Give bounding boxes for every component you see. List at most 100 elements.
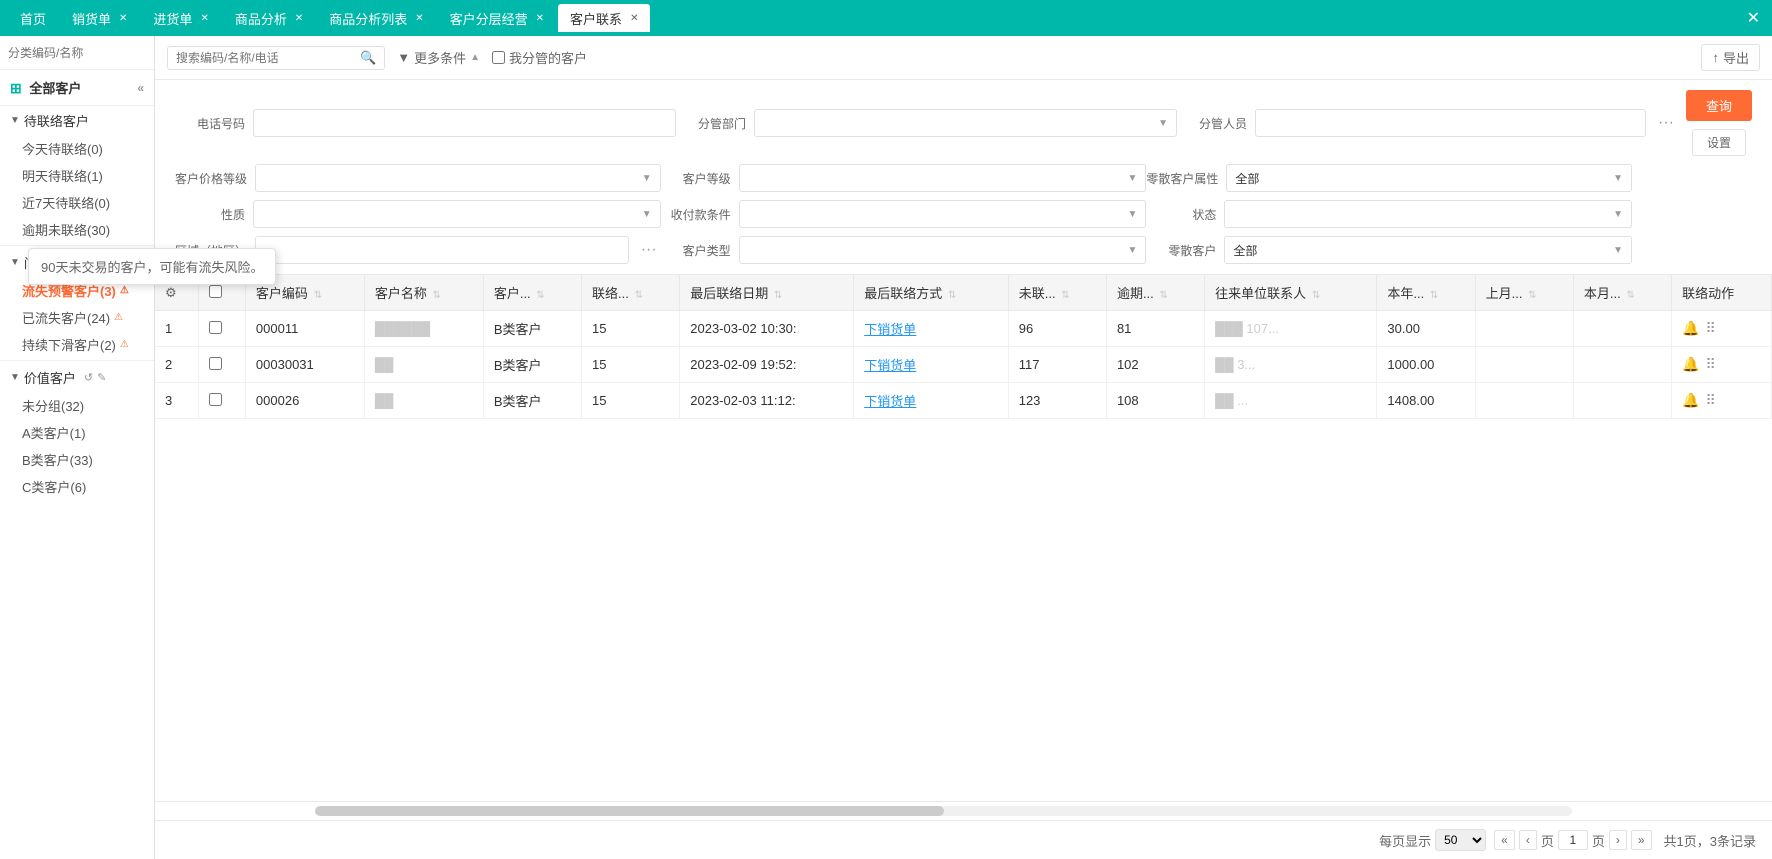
close-customer-layered-icon[interactable]: ✕ bbox=[536, 13, 544, 24]
filter-search-icon[interactable]: 🔍 bbox=[360, 50, 376, 66]
c-class-label: C类客户(6) bbox=[22, 477, 86, 496]
row-last-method[interactable]: 下销货单 bbox=[854, 347, 1009, 383]
sort-name-icon[interactable]: ⇅ bbox=[433, 290, 441, 301]
region-select[interactable] bbox=[255, 236, 629, 264]
sort-this-month-icon[interactable]: ⇅ bbox=[1626, 290, 1634, 301]
sort-type-icon[interactable]: ⇅ bbox=[536, 290, 544, 301]
sidebar-item-c-class[interactable]: C类客户(6) bbox=[0, 473, 154, 500]
next-page-button[interactable]: › bbox=[1609, 830, 1627, 850]
close-analysis-icon[interactable]: ✕ bbox=[295, 13, 303, 24]
page-size-label: 每页显示 bbox=[1379, 831, 1431, 850]
close-all-button[interactable]: ✕ bbox=[1743, 4, 1764, 32]
manager-select[interactable] bbox=[1255, 109, 1646, 137]
first-page-button[interactable]: « bbox=[1494, 830, 1515, 850]
sort-this-year-icon[interactable]: ⇅ bbox=[1430, 290, 1438, 301]
row-last-method-link[interactable]: 下销货单 bbox=[864, 358, 916, 373]
row-checkbox[interactable] bbox=[199, 383, 245, 419]
nav-item-sales[interactable]: 销货单 ✕ bbox=[60, 4, 139, 32]
price-level-select[interactable]: ▼ bbox=[255, 164, 661, 192]
row-checkbox[interactable] bbox=[199, 347, 245, 383]
query-button[interactable]: 查询 bbox=[1686, 90, 1752, 121]
row-last-method[interactable]: 下销货单 bbox=[854, 311, 1009, 347]
nav-item-customer-contact[interactable]: 客户联系 ✕ bbox=[558, 4, 650, 32]
sidebar-item-ungroup[interactable]: 未分组(32) bbox=[0, 392, 154, 419]
refresh-icon[interactable]: ↺ bbox=[84, 371, 93, 384]
sort-overdue-icon[interactable]: ⇅ bbox=[1159, 290, 1167, 301]
last-page-button[interactable]: » bbox=[1631, 830, 1652, 850]
row-last-method-link[interactable]: 下销货单 bbox=[864, 322, 916, 337]
nav-item-home[interactable]: 首页 bbox=[8, 4, 58, 32]
sort-last-method-icon[interactable]: ⇅ bbox=[948, 290, 956, 301]
row-action-contact-icon[interactable]: 🔔 bbox=[1682, 392, 1699, 409]
export-button[interactable]: ↑ 导出 bbox=[1701, 44, 1760, 71]
sidebar-search-input[interactable] bbox=[8, 46, 155, 60]
sidebar-all-customers[interactable]: ⊞ 全部客户 « bbox=[0, 70, 154, 106]
row-action-contact-icon[interactable]: 🔔 bbox=[1682, 356, 1699, 373]
scrollbar-thumb[interactable] bbox=[315, 806, 944, 816]
manager-more-icon[interactable]: ··· bbox=[1654, 114, 1678, 132]
sidebar-item-tomorrow[interactable]: 明天待联络(1) bbox=[0, 162, 154, 189]
horizontal-scrollbar[interactable] bbox=[315, 806, 1572, 816]
close-customer-contact-icon[interactable]: ✕ bbox=[630, 13, 638, 24]
phone-input[interactable] bbox=[253, 109, 676, 137]
sort-contact-icon[interactable]: ⇅ bbox=[635, 290, 643, 301]
nature-select[interactable]: ▼ bbox=[253, 200, 661, 228]
close-purchase-icon[interactable]: ✕ bbox=[200, 13, 208, 24]
row-select-checkbox[interactable] bbox=[209, 357, 222, 370]
settings-button[interactable]: 设置 bbox=[1692, 129, 1746, 156]
row-overdue: 81 bbox=[1106, 311, 1204, 347]
close-analysis-list-icon[interactable]: ✕ bbox=[415, 13, 423, 24]
nav-item-purchase[interactable]: 进货单 ✕ bbox=[141, 4, 220, 32]
more-conditions-btn[interactable]: ▼ 更多条件 ▲ bbox=[397, 48, 480, 67]
status-select[interactable]: ▼ bbox=[1224, 200, 1632, 228]
current-page-input[interactable] bbox=[1558, 830, 1588, 850]
sidebar-item-today[interactable]: 今天待联络(0) bbox=[0, 135, 154, 162]
row-last-method[interactable]: 下销货单 bbox=[854, 383, 1009, 419]
sort-code-icon[interactable]: ⇅ bbox=[314, 290, 322, 301]
nav-item-analysis-list[interactable]: 商品分析列表 ✕ bbox=[317, 4, 435, 32]
col-type-label: 客户... bbox=[494, 286, 531, 301]
settings-col-icon[interactable]: ⚙ bbox=[165, 285, 177, 300]
dept-select[interactable]: ▼ bbox=[754, 109, 1177, 137]
sort-last-month-icon[interactable]: ⇅ bbox=[1528, 290, 1536, 301]
nav-item-customer-layered[interactable]: 客户分层经营 ✕ bbox=[438, 4, 556, 32]
row-action-more-icon[interactable]: ⠿ bbox=[1706, 356, 1716, 373]
page-size-select[interactable]: 50 100 bbox=[1435, 829, 1486, 851]
sidebar-section-value[interactable]: ▼ 价值客户 ↺ ✎ bbox=[0, 363, 154, 392]
main-layout: 🔍 ⊞ 全部客户 « ▼ 待联络客户 今天待联络(0) 明天待联络(1) 近7天… bbox=[0, 36, 1772, 859]
sidebar-item-week[interactable]: 近7天待联络(0) bbox=[0, 189, 154, 216]
row-select-checkbox[interactable] bbox=[209, 321, 222, 334]
sort-contact2-icon[interactable]: ⇅ bbox=[1312, 290, 1320, 301]
sidebar-item-lost[interactable]: 已流失客户(24) ⚠ bbox=[0, 304, 154, 331]
search-input[interactable] bbox=[176, 51, 356, 65]
row-action-contact-icon[interactable]: 🔔 bbox=[1682, 320, 1699, 337]
select-all-checkbox[interactable] bbox=[209, 285, 222, 298]
collapse-sidebar-icon[interactable]: « bbox=[137, 81, 144, 95]
sort-uncontacted-icon[interactable]: ⇅ bbox=[1061, 290, 1069, 301]
edit-icon[interactable]: ✎ bbox=[97, 371, 106, 384]
payment-select[interactable]: ▼ bbox=[739, 200, 1147, 228]
retail-attr-select[interactable]: 全部 ▼ bbox=[1226, 164, 1632, 192]
prev-page-button[interactable]: ‹ bbox=[1519, 830, 1537, 850]
row-last-month bbox=[1475, 347, 1573, 383]
my-customers-checkbox[interactable] bbox=[492, 51, 505, 64]
retail-select[interactable]: 全部 ▼ bbox=[1224, 236, 1632, 264]
table-body: 1 000011 ██████ B类客户 15 2023-03-02 10:30… bbox=[155, 311, 1772, 419]
sort-last-date-icon[interactable]: ⇅ bbox=[774, 290, 782, 301]
nav-item-analysis[interactable]: 商品分析 ✕ bbox=[223, 4, 315, 32]
close-sales-icon[interactable]: ✕ bbox=[119, 13, 127, 24]
row-checkbox[interactable] bbox=[199, 311, 245, 347]
region-more-icon[interactable]: ··· bbox=[637, 241, 661, 259]
row-action-more-icon[interactable]: ⠿ bbox=[1706, 320, 1716, 337]
grid-icon: ⊞ bbox=[10, 80, 22, 96]
sidebar-section-pending[interactable]: ▼ 待联络客户 bbox=[0, 106, 154, 135]
sidebar-item-overdue[interactable]: 逾期未联络(30) bbox=[0, 216, 154, 243]
row-last-method-link[interactable]: 下销货单 bbox=[864, 394, 916, 409]
cust-level-select[interactable]: ▼ bbox=[739, 164, 1147, 192]
row-action-more-icon[interactable]: ⠿ bbox=[1706, 392, 1716, 409]
sidebar-item-b-class[interactable]: B类客户(33) bbox=[0, 446, 154, 473]
row-select-checkbox[interactable] bbox=[209, 393, 222, 406]
sidebar-item-a-class[interactable]: A类客户(1) bbox=[0, 419, 154, 446]
cust-type-select[interactable]: ▼ bbox=[739, 236, 1147, 264]
sidebar-item-declining[interactable]: 持续下滑客户(2) ⚠ bbox=[0, 331, 154, 358]
